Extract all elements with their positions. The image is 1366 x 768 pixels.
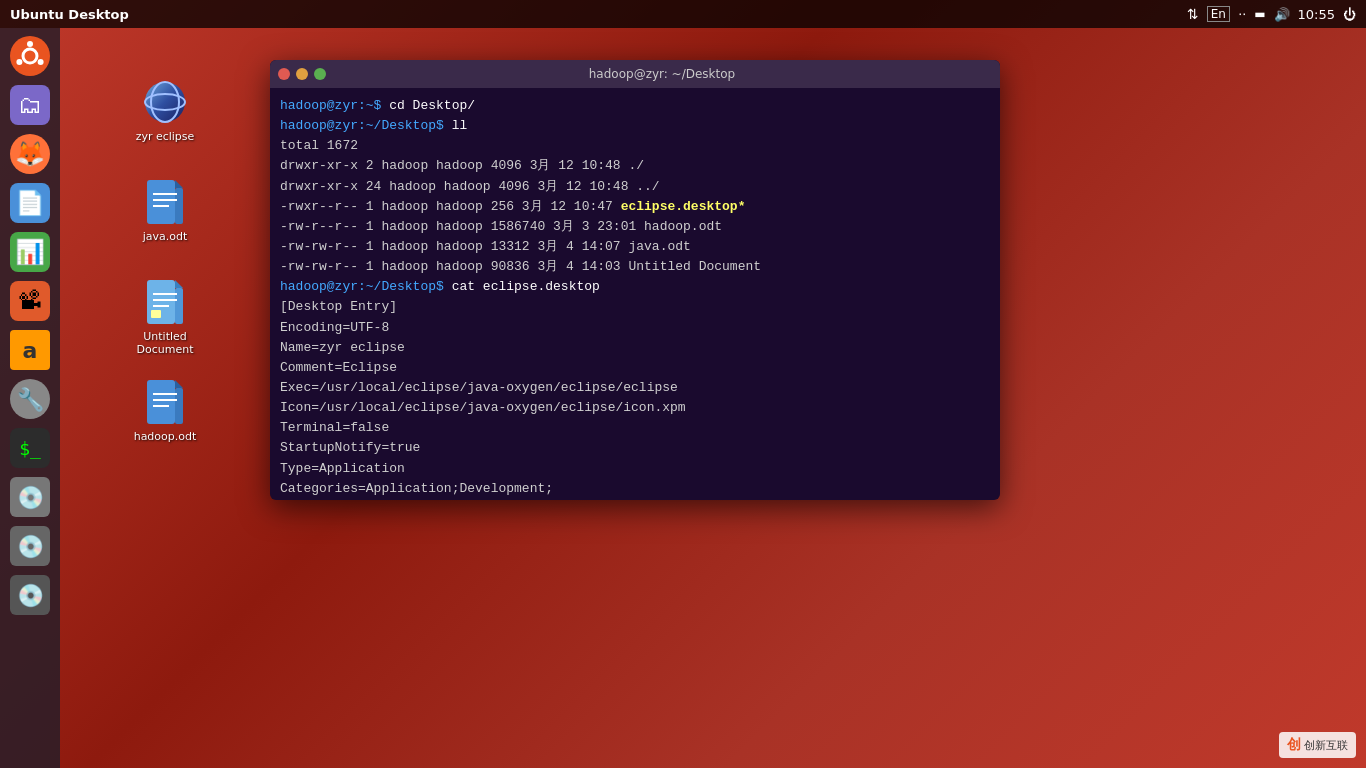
terminal-line-7: -rw-r--r-- 1 hadoop hadoop 1586740 3月 3 …	[280, 217, 990, 237]
eclipse-icon	[141, 78, 189, 126]
prompt: hadoop@zyr:~/Desktop$	[280, 118, 452, 133]
sidebar-item-ubuntu-home[interactable]	[2, 34, 58, 79]
sidebar-item-disk3[interactable]: 💿	[2, 573, 58, 618]
volume-icon: 🔊	[1274, 7, 1290, 22]
hadoop-odt-icon	[141, 378, 189, 426]
sidebar-item-file-manager[interactable]: 🗂	[2, 83, 58, 128]
terminal-titlebar: hadoop@zyr: ~/Desktop	[270, 60, 1000, 88]
impress-icon: 📽	[10, 281, 50, 321]
terminal-line-4: drwxr-xr-x 2 hadoop hadoop 4096 3月 12 10…	[280, 156, 990, 176]
terminal-line-12: Encoding=UTF-8	[280, 318, 990, 338]
topbar: Ubuntu Desktop ⇅ En ⋅⋅ ▬ 🔊 10:55 ⏻	[0, 0, 1366, 28]
desktop-icon-hadoop-odt[interactable]: hadoop.odt	[120, 378, 210, 443]
terminal-line-11: [Desktop Entry]	[280, 297, 990, 317]
svg-marker-15	[175, 280, 183, 288]
desktop-icon-java-odt[interactable]: java.odt	[120, 178, 210, 243]
terminal-line-13: Name=zyr eclipse	[280, 338, 990, 358]
terminal-maximize-button[interactable]	[314, 68, 326, 80]
terminal-line-1: hadoop@zyr:~$ cd Desktop/	[280, 96, 990, 116]
disk2-icon: 💿	[10, 526, 50, 566]
terminal-line-5: drwxr-xr-x 24 hadoop hadoop 4096 3月 12 1…	[280, 177, 990, 197]
terminal-line-18: StartupNotify=true	[280, 438, 990, 458]
terminal-title: hadoop@zyr: ~/Desktop	[332, 67, 992, 81]
terminal-line-8: -rw-rw-r-- 1 hadoop hadoop 13312 3月 4 14…	[280, 237, 990, 257]
firefox-icon: 🦊	[10, 134, 50, 174]
terminal-line-6: -rwxr--r-- 1 hadoop hadoop 256 3月 12 10:…	[280, 197, 990, 217]
prompt: hadoop@zyr:~/Desktop$	[280, 279, 452, 294]
terminal-line-16: Icon=/usr/local/eclipse/java-oxygen/ecli…	[280, 398, 990, 418]
terminal-window: hadoop@zyr: ~/Desktop hadoop@zyr:~$ cd D…	[270, 60, 1000, 500]
svg-point-3	[38, 59, 44, 65]
sidebar-item-amazon[interactable]: a	[2, 328, 58, 373]
sidebar-item-writer[interactable]: 📄	[2, 181, 58, 226]
svg-point-4	[16, 59, 22, 65]
terminal-line-2: hadoop@zyr:~/Desktop$ ll	[280, 116, 990, 136]
topbar-title: Ubuntu Desktop	[10, 7, 129, 22]
terminal-line-9: -rw-rw-r-- 1 hadoop hadoop 90836 3月 4 14…	[280, 257, 990, 277]
terminal-line-10: hadoop@zyr:~/Desktop$ cat eclipse.deskto…	[280, 277, 990, 297]
desktop-icon-untitled[interactable]: Untitled Document	[120, 278, 210, 356]
watermark-text: 创新互联	[1304, 739, 1348, 752]
watermark-logo: 创	[1287, 736, 1301, 752]
settings-icon: 🔧	[10, 379, 50, 419]
java-odt-icon	[141, 178, 189, 226]
bluetooth-icon: ⋅⋅	[1238, 7, 1246, 22]
terminal-line-21: hadoop@zyr:~/Desktop$ ▌	[280, 499, 990, 500]
sidebar-item-disk1[interactable]: 💿	[2, 475, 58, 520]
sidebar-item-firefox[interactable]: 🦊	[2, 132, 58, 177]
svg-rect-21	[147, 380, 175, 424]
files-icon: 🗂	[10, 85, 50, 125]
untitled-icon	[141, 278, 189, 326]
battery-icon: ▬	[1254, 7, 1265, 21]
sidebar-item-impress[interactable]: 📽	[2, 279, 58, 324]
terminal-line-17: Terminal=false	[280, 418, 990, 438]
desktop-icon-eclipse[interactable]: zyr eclipse	[120, 78, 210, 143]
hadoop-odt-label: hadoop.odt	[134, 430, 197, 443]
sidebar-item-calc[interactable]: 📊	[2, 230, 58, 275]
clock: 10:55	[1298, 7, 1335, 22]
watermark: 创 创新互联	[1279, 732, 1357, 758]
svg-marker-22	[175, 380, 183, 388]
sidebar-item-disk2[interactable]: 💿	[2, 524, 58, 569]
power-icon[interactable]: ⏻	[1343, 7, 1356, 22]
disk3-icon: 💿	[10, 575, 50, 615]
terminal-body[interactable]: hadoop@zyr:~$ cd Desktop/ hadoop@zyr:~/D…	[270, 88, 1000, 500]
sidebar-item-settings[interactable]: 🔧	[2, 377, 58, 422]
terminal-icon: $_	[10, 428, 50, 468]
svg-rect-8	[147, 180, 175, 224]
terminal-line-15: Exec=/usr/local/eclipse/java-oxygen/ecli…	[280, 378, 990, 398]
terminal-minimize-button[interactable]	[296, 68, 308, 80]
untitled-label: Untitled Document	[120, 330, 210, 356]
sidebar-item-terminal[interactable]: $_	[2, 426, 58, 471]
calc-icon: 📊	[10, 232, 50, 272]
terminal-line-14: Comment=Eclipse	[280, 358, 990, 378]
svg-rect-20	[151, 310, 161, 318]
terminal-line-19: Type=Application	[280, 459, 990, 479]
terminal-line-20: Categories=Application;Development;	[280, 479, 990, 499]
svg-marker-9	[175, 180, 183, 188]
disk1-icon: 💿	[10, 477, 50, 517]
transfer-icon: ⇅	[1187, 6, 1199, 22]
topbar-right: ⇅ En ⋅⋅ ▬ 🔊 10:55 ⏻	[1187, 6, 1356, 22]
eclipse-label: zyr eclipse	[136, 130, 195, 143]
prompt: hadoop@zyr:~$	[280, 98, 389, 113]
terminal-line-3: total 1672	[280, 136, 990, 156]
terminal-close-button[interactable]	[278, 68, 290, 80]
ubuntu-icon	[10, 36, 50, 76]
svg-point-2	[27, 41, 33, 47]
sidebar: 🗂 🦊 📄 📊 📽 a 🔧 $_ 💿 💿 💿	[0, 28, 60, 768]
java-odt-label: java.odt	[143, 230, 188, 243]
amazon-icon: a	[10, 330, 50, 370]
writer-icon: 📄	[10, 183, 50, 223]
lang-indicator[interactable]: En	[1207, 6, 1230, 22]
